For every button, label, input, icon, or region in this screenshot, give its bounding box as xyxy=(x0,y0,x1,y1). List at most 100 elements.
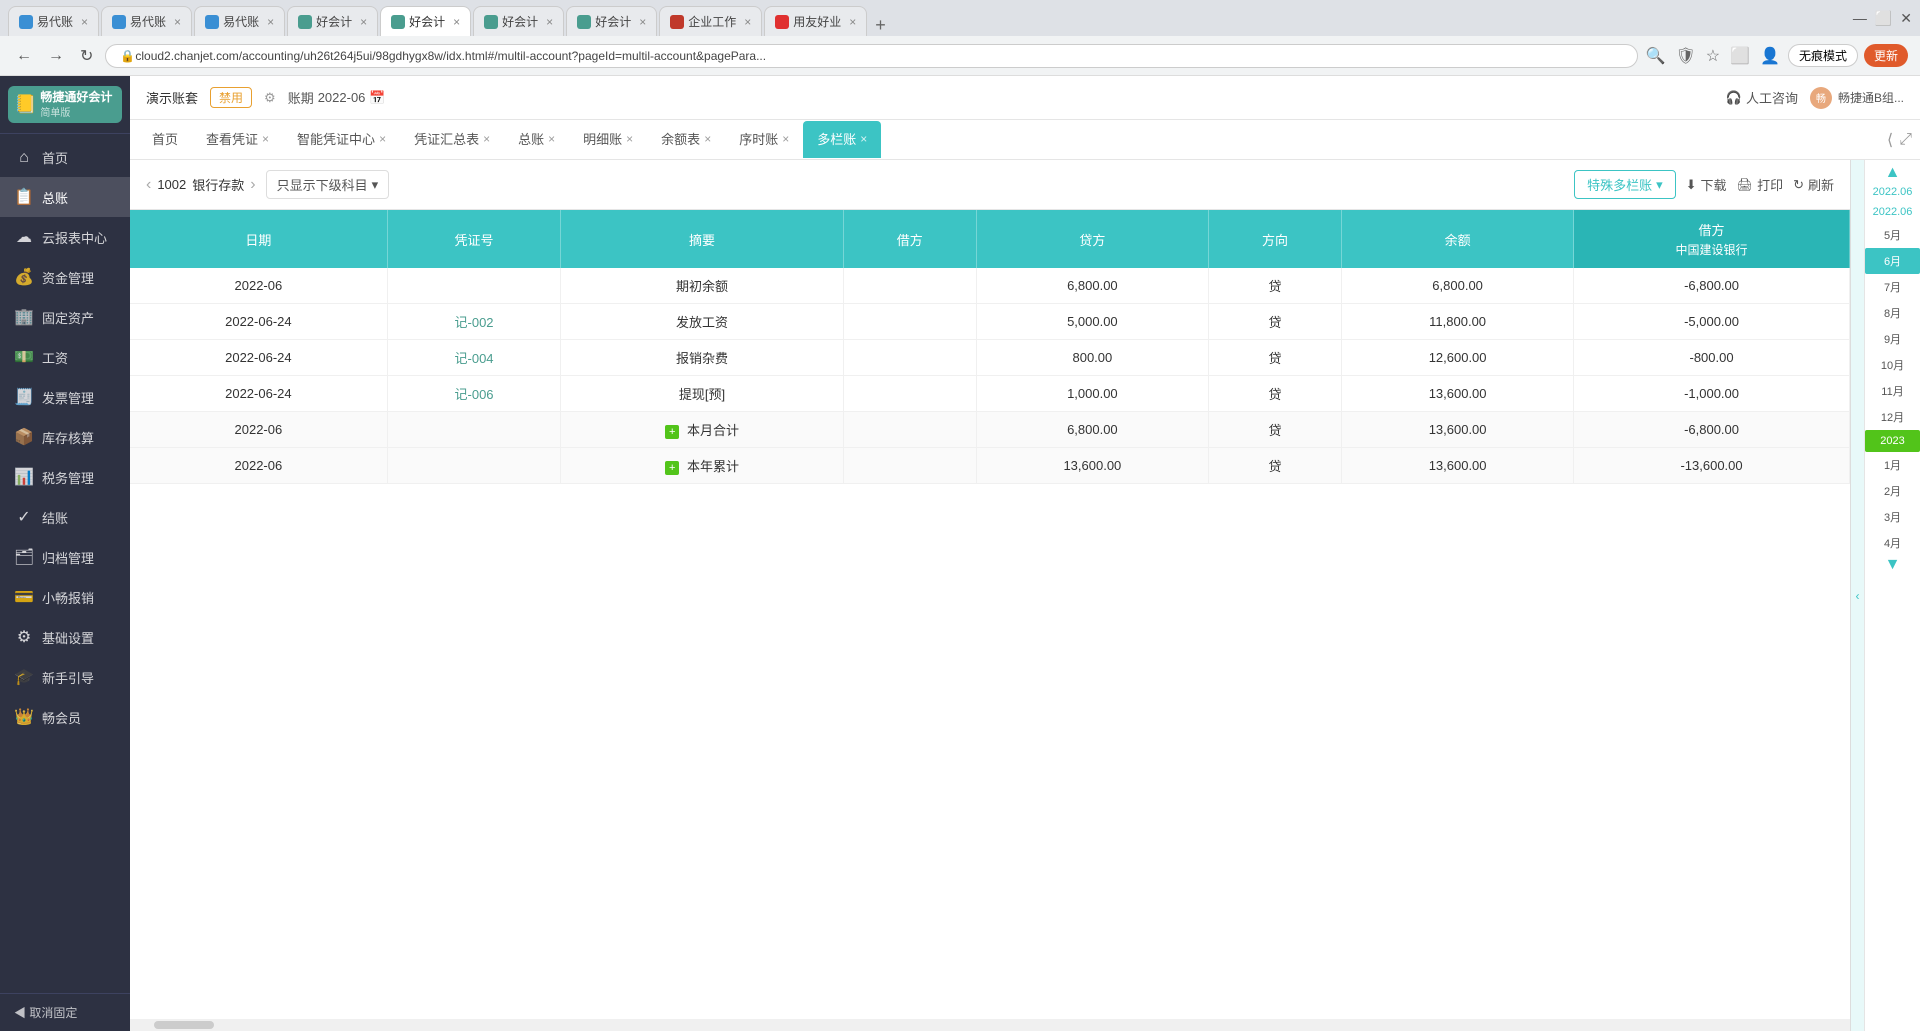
rp-month-12[interactable]: 12月 xyxy=(1865,404,1920,430)
collapse-right-panel[interactable]: ‹ xyxy=(1850,160,1864,1031)
rp-year-2023[interactable]: 2023 xyxy=(1865,430,1920,452)
sidebar-item-assets[interactable]: 🏢 固定资产 xyxy=(0,297,130,337)
sidebar-item-settings[interactable]: ⚙ 基础设置 xyxy=(0,617,130,657)
tab-9[interactable]: 用友好业 × xyxy=(764,6,867,36)
sidebar-item-member[interactable]: 👑 畅会员 xyxy=(0,697,130,737)
tab-detail-ledger-close[interactable]: × xyxy=(626,132,633,146)
tab-6-close[interactable]: × xyxy=(546,15,553,29)
extension-icon[interactable]: ⬜ xyxy=(1730,46,1750,66)
scrollbar-thumb[interactable] xyxy=(154,1021,214,1029)
tab-expand-icon[interactable]: ⤢ xyxy=(1899,131,1912,149)
prev-account-button[interactable]: ‹ xyxy=(146,176,151,194)
sidebar-item-salary[interactable]: 💵 工资 xyxy=(0,337,130,377)
tab-general-ledger[interactable]: 总账 × xyxy=(504,121,569,158)
restore-button[interactable]: ⬜ xyxy=(1875,10,1892,27)
sidebar-item-expense[interactable]: 💳 小畅报销 xyxy=(0,577,130,617)
tab-8[interactable]: 企业工作 × xyxy=(659,6,762,36)
tab-7-close[interactable]: × xyxy=(639,15,646,29)
rp-down-arrow[interactable]: ▼ xyxy=(1885,556,1901,574)
tab-view-voucher-close[interactable]: × xyxy=(262,132,269,146)
tab-detail-ledger[interactable]: 明细账 × xyxy=(569,121,647,158)
rp-month-9[interactable]: 9月 xyxy=(1865,326,1920,352)
rp-month-3[interactable]: 3月 xyxy=(1865,504,1920,530)
update-button[interactable]: 更新 xyxy=(1864,44,1908,67)
address-bar[interactable]: 🔒 cloud2.chanjet.com/accounting/uh26t264… xyxy=(105,44,1637,68)
horizontal-scrollbar[interactable] xyxy=(130,1019,1850,1031)
reload-button[interactable]: ↻ xyxy=(76,44,97,68)
tab-5-close[interactable]: × xyxy=(453,15,460,29)
tab-general-ledger-close[interactable]: × xyxy=(548,132,555,146)
sidebar-item-guide[interactable]: 🎓 新手引导 xyxy=(0,657,130,697)
tab-smart-voucher-close[interactable]: × xyxy=(379,132,386,146)
main-content: 演示账套 禁用 ⚙ 账期 2022-06 📅 🎧 人工咨询 畅 畅捷通B组... xyxy=(130,76,1920,1031)
forward-button[interactable]: → xyxy=(44,45,68,67)
close-button[interactable]: ✕ xyxy=(1900,10,1912,27)
tab-sequence-close[interactable]: × xyxy=(782,132,789,146)
sidebar-item-inventory[interactable]: 📦 库存核算 xyxy=(0,417,130,457)
new-tab-button[interactable]: + xyxy=(869,15,892,36)
sidebar-item-home[interactable]: ⌂ 首页 xyxy=(0,138,130,177)
tab-sequence[interactable]: 序时账 × xyxy=(725,121,803,158)
rp-month-6[interactable]: 6月 xyxy=(1865,248,1920,274)
sidebar-item-archive[interactable]: 🗂 归档管理 xyxy=(0,537,130,577)
rp-month-8[interactable]: 8月 xyxy=(1865,300,1920,326)
profile-icon[interactable]: 👤 xyxy=(1760,46,1780,66)
consult-button[interactable]: 🎧 人工咨询 xyxy=(1726,88,1798,107)
refresh-button[interactable]: ↻ 刷新 xyxy=(1793,175,1834,194)
special-multi-button[interactable]: 特殊多栏账 ▾ xyxy=(1574,170,1676,199)
incognito-mode-button[interactable]: 无痕模式 xyxy=(1788,44,1858,67)
back-button[interactable]: ← xyxy=(12,45,36,67)
sidebar-item-settlement[interactable]: ✓ 结账 xyxy=(0,497,130,537)
print-button[interactable]: 🖨 打印 xyxy=(1737,175,1784,194)
rp-up-arrow[interactable]: ▲ xyxy=(1885,164,1901,182)
tab-balance[interactable]: 余额表 × xyxy=(647,121,725,158)
rp-year-header-top[interactable]: 2022.06 xyxy=(1869,182,1917,202)
calendar-icon[interactable]: 📅 xyxy=(369,90,385,106)
rp-month-10[interactable]: 10月 xyxy=(1865,352,1920,378)
settings-icon-top[interactable]: ⚙ xyxy=(264,90,276,106)
tab-3-close[interactable]: × xyxy=(267,15,274,29)
sidebar-item-ledger[interactable]: 📋 总账 xyxy=(0,177,130,217)
tab-home[interactable]: 首页 xyxy=(138,121,192,158)
demo-badge[interactable]: 禁用 xyxy=(210,87,252,108)
rp-month-1[interactable]: 1月 xyxy=(1865,452,1920,478)
rp-month-5[interactable]: 5月 xyxy=(1865,222,1920,248)
sidebar-item-tax[interactable]: 📊 税务管理 xyxy=(0,457,130,497)
download-button[interactable]: ⬇ 下载 xyxy=(1686,175,1727,194)
tab-1-close[interactable]: × xyxy=(81,15,88,29)
tab-7[interactable]: 好会计 × xyxy=(566,6,657,36)
tab-2-close[interactable]: × xyxy=(174,15,181,29)
tab-3[interactable]: 易代账 × xyxy=(194,6,285,36)
tab-multi-column[interactable]: 多栏账 × xyxy=(803,121,881,158)
tab-view-voucher[interactable]: 查看凭证 × xyxy=(192,121,283,158)
tab-smart-voucher[interactable]: 智能凭证中心 × xyxy=(283,121,400,158)
tab-multi-column-close[interactable]: × xyxy=(860,132,867,146)
tab-voucher-summary-close[interactable]: × xyxy=(483,132,490,146)
search-icon[interactable]: 🔍 xyxy=(1646,46,1666,66)
tab-collapse-icon[interactable]: ⟨ xyxy=(1887,130,1893,150)
rp-month-4[interactable]: 4月 xyxy=(1865,530,1920,556)
tab-balance-close[interactable]: × xyxy=(704,132,711,146)
minimize-button[interactable]: — xyxy=(1853,10,1867,26)
rp-month-2[interactable]: 2月 xyxy=(1865,478,1920,504)
shield-icon[interactable]: 🛡 xyxy=(1675,46,1695,66)
tab-8-close[interactable]: × xyxy=(744,15,751,29)
rp-year-header-top2[interactable]: 2022.06 xyxy=(1869,202,1917,222)
rp-month-7[interactable]: 7月 xyxy=(1865,274,1920,300)
tab-voucher-summary[interactable]: 凭证汇总表 × xyxy=(400,121,504,158)
sidebar-item-cloud-report[interactable]: ☁ 云报表中心 xyxy=(0,217,130,257)
tab-5[interactable]: 好会计 × xyxy=(380,6,471,36)
rp-month-11[interactable]: 11月 xyxy=(1865,378,1920,404)
star-icon[interactable]: ☆ xyxy=(1706,46,1720,66)
tab-6[interactable]: 好会计 × xyxy=(473,6,564,36)
tab-2[interactable]: 易代账 × xyxy=(101,6,192,36)
sidebar-item-fund[interactable]: 💰 资金管理 xyxy=(0,257,130,297)
sidebar-item-invoice[interactable]: 🧾 发票管理 xyxy=(0,377,130,417)
next-account-button[interactable]: › xyxy=(250,176,255,194)
tab-4[interactable]: 好会计 × xyxy=(287,6,378,36)
tab-4-close[interactable]: × xyxy=(360,15,367,29)
unpin-button[interactable]: ◀ 取消固定 xyxy=(14,1004,116,1021)
tab-9-close[interactable]: × xyxy=(849,15,856,29)
tab-1[interactable]: 易代账 × xyxy=(8,6,99,36)
sub-filter-dropdown[interactable]: 只显示下级科目 ▾ xyxy=(266,170,390,199)
